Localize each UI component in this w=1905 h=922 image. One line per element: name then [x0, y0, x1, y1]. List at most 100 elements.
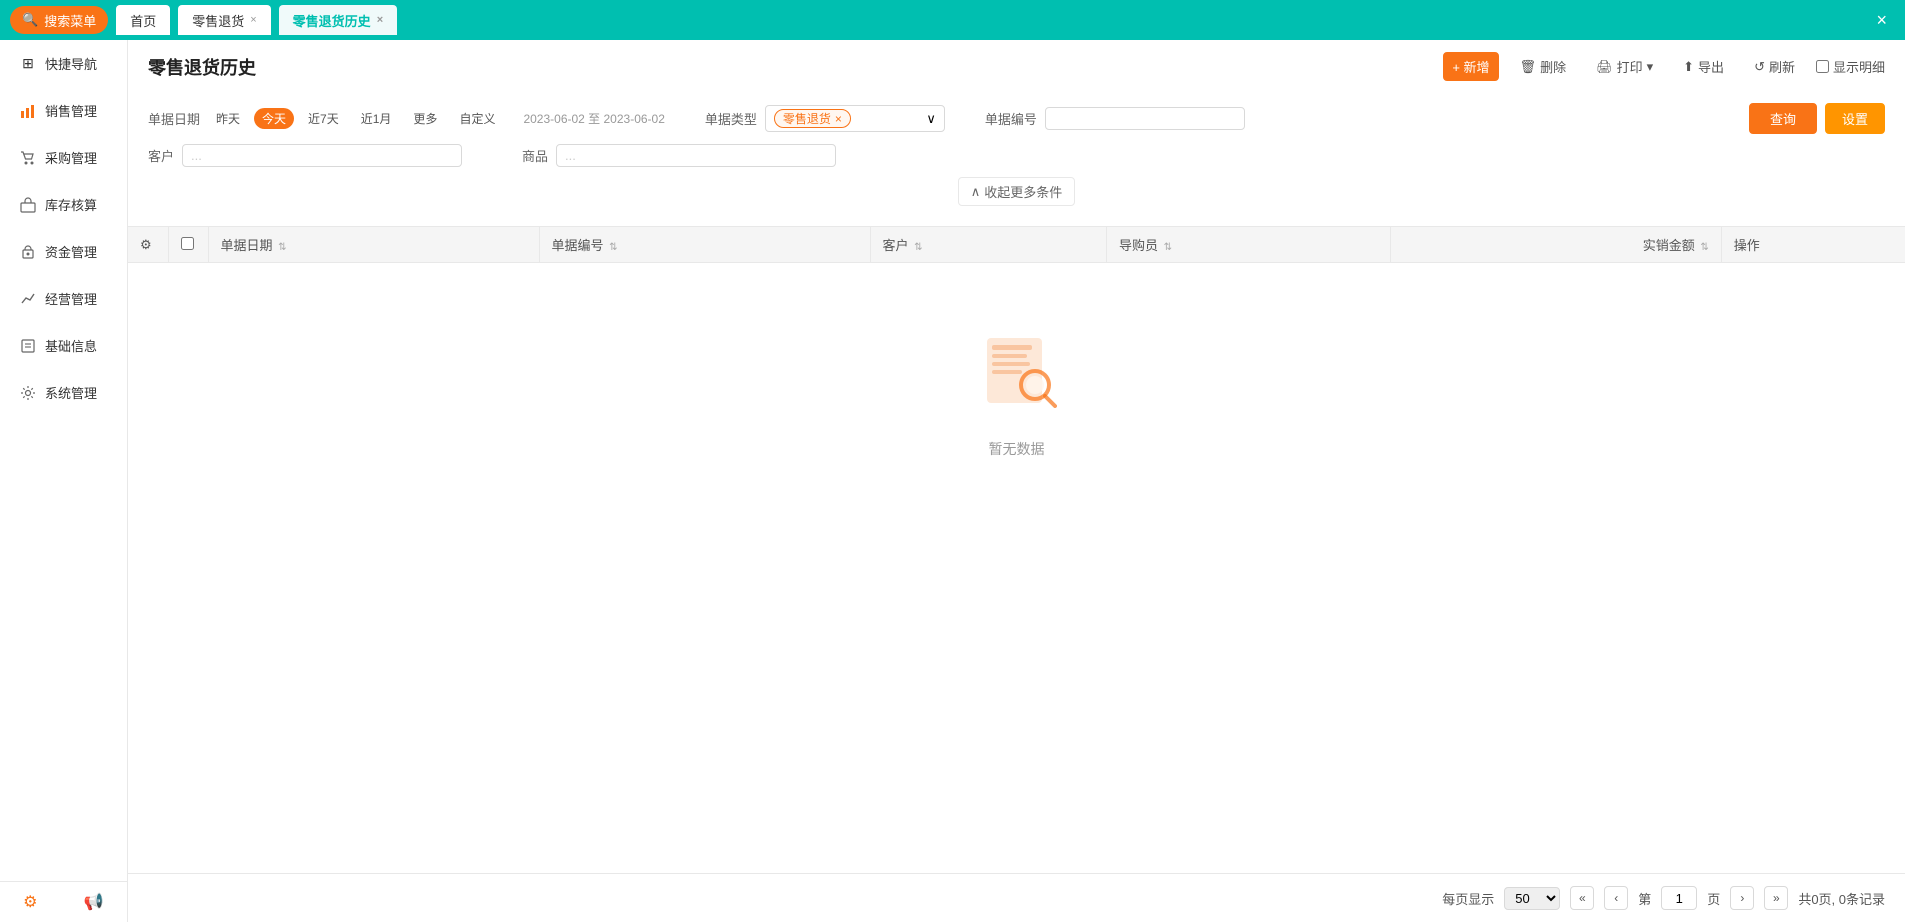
delete-button[interactable]: 🗑 删除 — [1511, 52, 1576, 81]
tab-retail-return-history[interactable]: 零售退货历史 × — [279, 5, 397, 35]
export-button-label: 导出 — [1698, 57, 1724, 76]
show-detail-input[interactable] — [1816, 60, 1829, 73]
sidebar-item-sales[interactable]: 销售管理 — [0, 87, 127, 134]
goods-input[interactable]: ... — [556, 144, 836, 167]
col-action-label: 操作 — [1734, 238, 1760, 253]
sidebar-item-inventory[interactable]: 库存核算 — [0, 181, 127, 228]
col-guide-label: 导购员 — [1119, 238, 1158, 253]
col-check[interactable] — [168, 227, 208, 263]
search-icon: 🔍 — [22, 12, 38, 28]
tab-home[interactable]: 首页 — [116, 5, 170, 35]
col-date-label: 单据日期 — [221, 238, 273, 253]
col-amount[interactable]: 实销金额 ⇅ — [1390, 227, 1721, 263]
settings-button[interactable]: 设置 — [1825, 103, 1885, 134]
refresh-button[interactable]: ↺ 刷新 — [1745, 52, 1804, 81]
date-custom[interactable]: 自定义 — [451, 108, 503, 129]
col-date[interactable]: 单据日期 ⇅ — [208, 227, 539, 263]
operations-icon — [19, 290, 37, 308]
collapse-button[interactable]: ∧ 收起更多条件 — [958, 177, 1076, 206]
search-menu-button[interactable]: 🔍 搜索菜单 — [10, 6, 108, 34]
date-label: 单据日期 — [148, 109, 200, 128]
col-setting[interactable]: ⚙ — [128, 227, 168, 263]
date-1month[interactable]: 近1月 — [353, 108, 400, 129]
finance-icon — [19, 243, 37, 261]
tab-retail-return-history-close[interactable]: × — [377, 14, 383, 26]
export-button[interactable]: ⬆ 导出 — [1674, 52, 1733, 81]
new-button[interactable]: + 新增 — [1443, 52, 1498, 81]
prev-page-btn[interactable]: ‹ — [1604, 886, 1628, 910]
page-input[interactable] — [1661, 886, 1697, 910]
sidebar-item-quick-nav-label: 快捷导航 — [45, 54, 97, 73]
sidebar-item-quick-nav[interactable]: ⊞ 快捷导航 — [0, 40, 127, 87]
type-select[interactable]: 零售退货 × ∨ — [765, 105, 945, 132]
print-button[interactable]: 🖨 打印 ▾ — [1587, 52, 1662, 81]
content-area: 零售退货历史 + 新增 🗑 删除 🖨 打印 ▾ ⬆ — [128, 40, 1905, 922]
type-label: 单据类型 — [705, 109, 757, 128]
sidebar-item-inventory-label: 库存核算 — [45, 195, 97, 214]
col-number[interactable]: 单据编号 ⇅ — [539, 227, 870, 263]
date-today[interactable]: 今天 — [254, 108, 294, 129]
first-page-btn[interactable]: « — [1570, 886, 1594, 910]
page-unit: 页 — [1707, 889, 1720, 908]
col-action: 操作 — [1721, 227, 1905, 263]
number-input[interactable] — [1045, 107, 1245, 130]
page-size-label: 每页显示 — [1442, 889, 1494, 908]
page-label: 第 — [1638, 889, 1651, 908]
last-page-btn[interactable]: » — [1764, 886, 1788, 910]
query-button-label: 查询 — [1770, 109, 1796, 128]
tab-retail-return-label: 零售退货 — [192, 11, 244, 30]
page-size-select[interactable]: 50 10 20 100 — [1504, 887, 1560, 910]
sidebar-item-system[interactable]: 系统管理 — [0, 369, 127, 416]
col-customer-label: 客户 — [883, 238, 909, 253]
export-icon: ⬆ — [1683, 59, 1694, 75]
col-guide[interactable]: 导购员 ⇅ — [1107, 227, 1391, 263]
sidebar-item-finance-label: 资金管理 — [45, 242, 97, 261]
tab-retail-return[interactable]: 零售退货 × — [178, 5, 270, 35]
sidebar-item-system-label: 系统管理 — [45, 383, 97, 402]
customer-input[interactable]: ... — [182, 144, 462, 167]
sidebar-item-purchase-label: 采购管理 — [45, 148, 97, 167]
sidebar-item-basic-info[interactable]: 基础信息 — [0, 322, 127, 369]
col-amount-sort: ⇅ — [1700, 242, 1708, 253]
sidebar-item-purchase[interactable]: 采购管理 — [0, 134, 127, 181]
delete-button-label: 删除 — [1540, 57, 1566, 76]
quick-nav-icon: ⊞ — [19, 55, 37, 73]
sidebar-item-operations[interactable]: 经营管理 — [0, 275, 127, 322]
select-all-checkbox[interactable] — [181, 237, 194, 250]
collapse-icon: ∧ — [971, 184, 981, 200]
basic-info-icon — [19, 337, 37, 355]
type-tag-close[interactable]: × — [835, 112, 842, 126]
sidebar: ⊞ 快捷导航 销售管理 采购管理 库存核算 — [0, 40, 128, 922]
col-date-sort: ⇅ — [278, 242, 286, 253]
show-detail-label: 显示明细 — [1833, 57, 1885, 76]
date-range-display: 2023-06-02 至 2023-06-02 — [523, 110, 664, 127]
col-number-sort: ⇅ — [609, 242, 617, 253]
system-icon — [19, 384, 37, 402]
next-page-btn[interactable]: › — [1730, 886, 1754, 910]
empty-text: 暂无数据 — [989, 439, 1045, 459]
date-7days[interactable]: 近7天 — [300, 108, 347, 129]
col-guide-sort: ⇅ — [1164, 242, 1172, 253]
tab-retail-return-close[interactable]: × — [250, 14, 256, 26]
table-container: ⚙ 单据日期 ⇅ 单据编号 ⇅ 客户 ⇅ — [128, 227, 1905, 873]
col-number-label: 单据编号 — [552, 238, 604, 253]
sidebar-sound-btn[interactable]: 📢 — [84, 892, 104, 912]
query-button[interactable]: 查询 — [1749, 103, 1817, 134]
data-table: ⚙ 单据日期 ⇅ 单据编号 ⇅ 客户 ⇅ — [128, 227, 1905, 263]
show-detail-checkbox[interactable]: 显示明细 — [1816, 57, 1885, 76]
inventory-icon — [19, 196, 37, 214]
sidebar-settings-btn[interactable]: ⚙ — [23, 892, 37, 912]
sidebar-item-finance[interactable]: 资金管理 — [0, 228, 127, 275]
sidebar-menu: ⊞ 快捷导航 销售管理 采购管理 库存核算 — [0, 40, 127, 881]
date-yesterday[interactable]: 昨天 — [208, 108, 248, 129]
number-label: 单据编号 — [985, 109, 1037, 128]
type-tag-value: 零售退货 — [783, 110, 831, 127]
print-button-label: 打印 — [1617, 57, 1643, 76]
window-close-button[interactable]: × — [1868, 10, 1895, 31]
date-more[interactable]: 更多 — [405, 108, 445, 129]
goods-label: 商品 — [522, 146, 548, 165]
col-customer[interactable]: 客户 ⇅ — [870, 227, 1106, 263]
tab-home-label: 首页 — [130, 11, 156, 30]
sidebar-item-sales-label: 销售管理 — [45, 101, 97, 120]
print-icon: 🖨 — [1596, 59, 1613, 75]
